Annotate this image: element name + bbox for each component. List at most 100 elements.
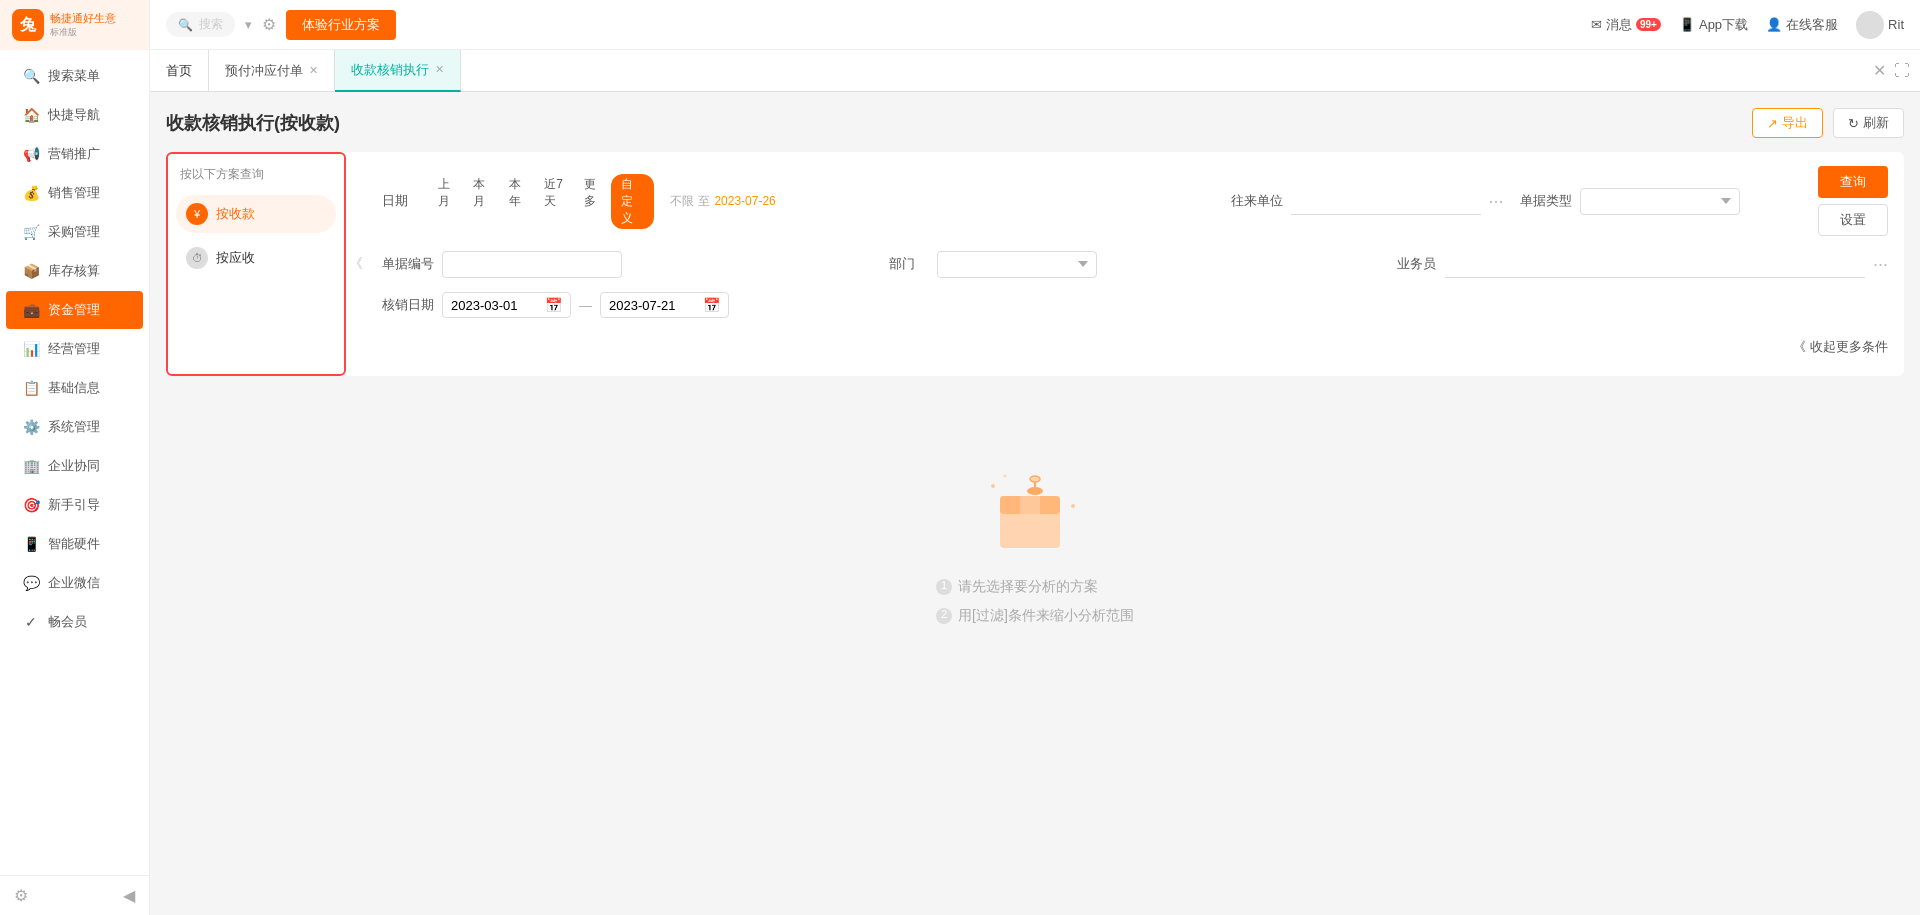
refresh-btn[interactable]: ↻ 刷新 (1833, 108, 1904, 138)
filter-row-1: 日期 上月 本月 本年 近7天 更多 自定义 不限 至 20 (382, 166, 1888, 236)
date-tab-last-month[interactable]: 上月 (430, 174, 461, 229)
tab-prepay-close[interactable]: ✕ (309, 64, 318, 77)
date-tabs: 上月 本月 本年 近7天 更多 自定义 (430, 174, 654, 229)
app-download-item[interactable]: 📱 App下载 (1679, 16, 1748, 34)
expand-tab-icon[interactable]: ⛶ (1894, 62, 1910, 80)
sidebar-item-label: 营销推广 (48, 145, 100, 163)
hardware-icon: 📱 (22, 535, 40, 553)
sidebar-item-hardware[interactable]: 📱 智能硬件 (6, 525, 143, 563)
sidebar-item-enterprise[interactable]: 🏢 企业协同 (6, 447, 143, 485)
date-tab-this-year[interactable]: 本年 (501, 174, 532, 229)
service-item[interactable]: 👤 在线客服 (1766, 16, 1838, 34)
sidebar-item-sales[interactable]: 💰 销售管理 (6, 174, 143, 212)
system-icon: ⚙️ (22, 418, 40, 436)
filter-unit-field: 往来单位 ··· (1231, 187, 1503, 215)
page-title: 收款核销执行(按收款) (166, 111, 340, 135)
filter-row-2: 单据编号 部门 业务员 ··· (382, 250, 1888, 278)
sidebar-item-finance[interactable]: 💼 资金管理 (6, 291, 143, 329)
sidebar-item-business[interactable]: 📊 经营管理 (6, 330, 143, 368)
sidebar-item-search[interactable]: 🔍 搜索菜单 (6, 57, 143, 95)
tabbar: 首页 预付冲应付单 ✕ 收款核销执行 ✕ ✕ ⛶ (150, 50, 1920, 92)
filter-staff-field: 业务员 ··· (1397, 250, 1888, 278)
user-name-item[interactable]: Rit (1856, 11, 1904, 39)
collapse-sidebar-icon[interactable]: ◀ (123, 886, 135, 905)
sidebar-item-basic[interactable]: 📋 基础信息 (6, 369, 143, 407)
staff-label: 业务员 (1397, 255, 1437, 273)
setting-btn[interactable]: 设置 (1818, 204, 1888, 236)
sidebar-item-guide[interactable]: 🎯 新手引导 (6, 486, 143, 524)
date-label: 日期 (382, 192, 422, 210)
message-badge: 99+ (1636, 18, 1661, 31)
svg-point-5 (1030, 476, 1040, 482)
cal-to-icon[interactable]: 📅 (703, 297, 720, 313)
topbar-search-box[interactable]: 🔍 搜索 (166, 12, 235, 37)
query-btn[interactable]: 查询 (1818, 166, 1888, 198)
unit-dots-icon[interactable]: ··· (1489, 191, 1504, 212)
date-tab-this-month[interactable]: 本月 (465, 174, 496, 229)
empty-svg (985, 466, 1085, 556)
sidebar-item-label: 销售管理 (48, 184, 100, 202)
sidebar-item-system[interactable]: ⚙️ 系统管理 (6, 408, 143, 446)
step1-num: 1 (936, 579, 952, 595)
svg-point-8 (1004, 475, 1007, 478)
collapse-icon: 《 (1793, 338, 1806, 356)
search-icon: 🔍 (22, 67, 40, 85)
collapse-more-btn[interactable]: 《 收起更多条件 (1793, 338, 1888, 356)
query-option-by-receipt[interactable]: ¥ 按收款 (176, 195, 336, 233)
sidebar-item-label: 新手引导 (48, 496, 100, 514)
doctype-label: 单据类型 (1520, 192, 1572, 210)
enterprise-icon: 🏢 (22, 457, 40, 475)
step2-text: 用[过滤]条件来缩小分析范围 (958, 607, 1134, 625)
topbar-search-text: 搜索 (199, 16, 223, 33)
export-btn[interactable]: ↗ 导出 (1752, 108, 1823, 138)
writeoff-date-to-input[interactable] (609, 298, 699, 313)
settings-icon[interactable]: ⚙ (14, 886, 28, 905)
date-from-value: 2023-07-26 (714, 194, 775, 208)
sidebar-item-quicknav[interactable]: 🏠 快捷导航 (6, 96, 143, 134)
sidebar-item-label: 采购管理 (48, 223, 100, 241)
sidebar-item-wechat[interactable]: 💬 企业微信 (6, 564, 143, 602)
user-name: Rit (1888, 17, 1904, 32)
page-actions: ↗ 导出 ↻ 刷新 (1752, 108, 1904, 138)
topbar-chevron-icon[interactable]: ▾ (245, 17, 252, 32)
close-tab-icon[interactable]: ✕ (1873, 61, 1886, 80)
doctype-select[interactable] (1580, 188, 1740, 215)
avatar (1856, 11, 1884, 39)
writeoff-date-from-input[interactable] (451, 298, 541, 313)
date-tab-custom[interactable]: 自定义 (611, 174, 654, 229)
cal-from-icon[interactable]: 📅 (545, 297, 562, 313)
message-icon: ✉ (1591, 17, 1602, 32)
tab-prepay[interactable]: 预付冲应付单 ✕ (209, 50, 335, 92)
topbar: 🔍 搜索 ▾ ⚙ 体验行业方案 ✉ 消息 99+ 📱 App下载 👤 在线客服 (150, 0, 1920, 50)
tab-writeoff-label: 收款核销执行 (351, 61, 429, 79)
tab-home[interactable]: 首页 (150, 50, 209, 92)
industry-btn[interactable]: 体验行业方案 (286, 10, 396, 40)
svg-point-3 (1027, 487, 1043, 495)
sidebar-item-label: 畅会员 (48, 613, 87, 631)
date-tab-more[interactable]: 更多 (576, 174, 607, 229)
filter-dept-field: 部门 (889, 251, 1380, 278)
inventory-icon: 📦 (22, 262, 40, 280)
topbar-search-icon: 🔍 (178, 18, 193, 32)
tab-writeoff[interactable]: 收款核销执行 ✕ (335, 50, 461, 92)
empty-state: 1 请先选择要分析的方案 2 用[过滤]条件来缩小分析范围 (166, 376, 1904, 716)
sidebar-item-purchase[interactable]: 🛒 采购管理 (6, 213, 143, 251)
sidebar-item-inventory[interactable]: 📦 库存核算 (6, 252, 143, 290)
sidebar-item-member[interactable]: ✓ 畅会员 (6, 603, 143, 641)
topbar-left: 🔍 搜索 ▾ ⚙ 体验行业方案 (166, 10, 396, 40)
docno-input[interactable] (442, 251, 622, 278)
sidebar-item-label: 资金管理 (48, 301, 100, 319)
tab-home-label: 首页 (166, 62, 192, 80)
tab-writeoff-close[interactable]: ✕ (435, 63, 444, 76)
dept-select[interactable] (937, 251, 1097, 278)
query-option-by-receivable[interactable]: ⏱ 按应收 (176, 239, 336, 277)
sidebar-item-marketing[interactable]: 📢 营销推广 (6, 135, 143, 173)
query-panel-title: 按以下方案查询 (176, 166, 336, 183)
collapse-panel-btn[interactable]: 《 (346, 152, 366, 376)
message-item[interactable]: ✉ 消息 99+ (1591, 16, 1661, 34)
svg-point-6 (991, 484, 995, 488)
collapse-more-row: 《 收起更多条件 (382, 332, 1888, 362)
topbar-gear-icon[interactable]: ⚙ (262, 15, 276, 34)
staff-dots-icon[interactable]: ··· (1873, 254, 1888, 275)
date-tab-7days[interactable]: 近7天 (536, 174, 572, 229)
